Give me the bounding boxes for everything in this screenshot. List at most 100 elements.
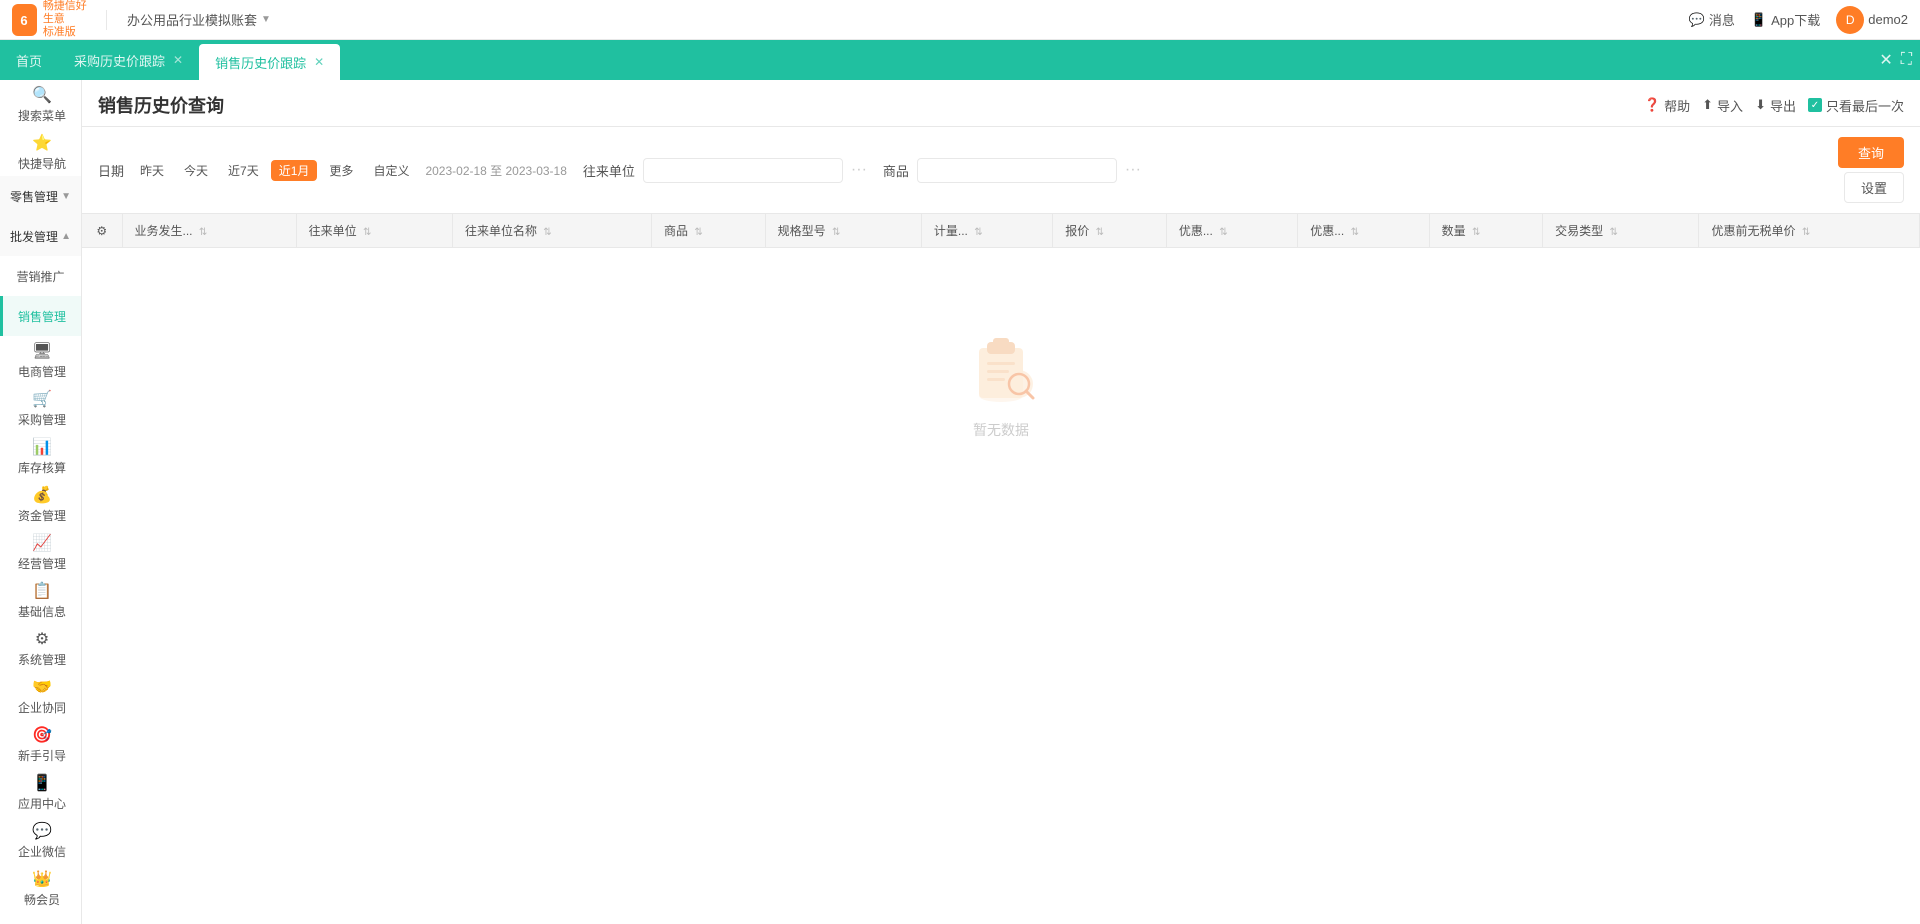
tab-home[interactable]: 首页 [0, 40, 58, 80]
message-icon: 💬 [1689, 12, 1705, 28]
sort-discount1-icon: ⇅ [1219, 227, 1227, 238]
partner-filter-label: 往来单位 [583, 161, 635, 180]
sidebar-item-app-center[interactable]: 📱 应用中心 [0, 768, 81, 816]
user-profile-button[interactable]: D demo2 [1836, 6, 1908, 34]
partner-dots-icon[interactable]: ··· [851, 161, 867, 179]
sidebar-item-new-guide[interactable]: 🎯 新手引导 [0, 720, 81, 768]
sidebar-item-retail-mgmt[interactable]: 零售管理 ▼ [0, 176, 81, 216]
table-col-biz-date[interactable]: 业务发生... ⇅ [122, 214, 296, 248]
sort-goods-icon: ⇅ [694, 227, 702, 238]
sort-pre-tax-price-icon: ⇅ [1802, 227, 1810, 238]
import-button[interactable]: ⬆ 导入 [1702, 96, 1743, 115]
page-title: 销售历史价查询 [98, 92, 224, 118]
sidebar-item-enterprise-wechat[interactable]: 💬 企业微信 [0, 816, 81, 864]
sidebar-item-ecom-mgmt[interactable]: 🖥 电商管理 [0, 336, 81, 384]
date-btn-1month[interactable]: 近1月 [271, 160, 318, 181]
sidebar-item-quick-nav[interactable]: ⭐ 快捷导航 [0, 128, 81, 176]
table-col-pre-tax-price[interactable]: 优惠前无税单价 ⇅ [1699, 214, 1920, 248]
header-right: 💬 消息 📱 App下载 D demo2 [1689, 6, 1908, 34]
app-download-button[interactable]: 📱 App下载 [1751, 10, 1820, 29]
sidebar-item-search-menu[interactable]: 🔍 搜索菜单 [0, 80, 81, 128]
sidebar-item-basic-info[interactable]: 📋 基础信息 [0, 576, 81, 624]
date-btn-7days[interactable]: 近7天 [220, 160, 267, 181]
sidebar-item-basic-info-label: 基础信息 [18, 603, 66, 620]
date-btn-today[interactable]: 今天 [176, 160, 216, 181]
date-filter-label: 日期 [98, 161, 124, 180]
filter-area: 日期 昨天 今天 近7天 近1月 更多 自定义 2023-02-18 至 202… [82, 127, 1920, 214]
sidebar-item-app-center-label: 应用中心 [18, 795, 66, 812]
export-button[interactable]: ⬇ 导出 [1755, 96, 1796, 115]
sidebar-item-quick-nav-label: 快捷导航 [18, 155, 66, 172]
goods-input[interactable] [917, 158, 1117, 183]
workspace-selector[interactable]: 办公用品行业模拟账套 ▼ [119, 6, 279, 33]
table-col-price[interactable]: 报价 ⇅ [1053, 214, 1167, 248]
table-col-gear[interactable]: ⚙ [82, 214, 122, 248]
table-col-qty[interactable]: 数量 ⇅ [1429, 214, 1543, 248]
table-col-trade-type[interactable]: 交易类型 ⇅ [1543, 214, 1699, 248]
query-button[interactable]: 查询 [1838, 137, 1904, 168]
sidebar-item-purchase-mgmt-label: 采购管理 [18, 411, 66, 428]
sidebar-item-inventory[interactable]: 📊 库存核算 [0, 432, 81, 480]
tab-close-all-icon[interactable]: ✕ [1879, 50, 1892, 70]
workspace-label: 办公用品行业模拟账套 [127, 10, 257, 29]
table-col-partner-code[interactable]: 往来单位 ⇅ [296, 214, 452, 248]
date-btn-more[interactable]: 更多 [321, 160, 361, 181]
sidebar-item-purchase-mgmt[interactable]: 🛒 采购管理 [0, 384, 81, 432]
table-col-discount2[interactable]: 优惠... ⇅ [1298, 214, 1429, 248]
help-icon: ❓ [1644, 97, 1660, 113]
gear-icon: ⚙ [96, 224, 107, 238]
date-btn-yesterday[interactable]: 昨天 [132, 160, 172, 181]
sort-qty-icon: ⇅ [1472, 227, 1480, 238]
tab-maximize-icon[interactable]: ⛶ [1901, 51, 1912, 69]
sidebar-item-enterprise-wechat-label: 企业微信 [18, 843, 66, 860]
sidebar-item-wholesale-mgmt[interactable]: 批发管理 ▲ [0, 216, 81, 256]
table-container: ⚙ 业务发生... ⇅ 往来单位 ⇅ 往来单位名称 ⇅ [82, 214, 1920, 924]
sort-spec-icon: ⇅ [832, 227, 840, 238]
search-icon: 🔍 [32, 85, 52, 105]
tab-sales-history[interactable]: 销售历史价跟踪 ✕ [199, 44, 340, 80]
help-button[interactable]: ❓ 帮助 [1644, 96, 1690, 115]
import-label: 导入 [1717, 96, 1743, 115]
svg-text:6: 6 [21, 13, 28, 28]
table-col-spec[interactable]: 规格型号 ⇅ [765, 214, 921, 248]
sidebar-item-finance[interactable]: 💰 资金管理 [0, 480, 81, 528]
wechat-icon: 💬 [32, 821, 52, 841]
sidebar-item-system-mgmt[interactable]: ⚙ 系统管理 [0, 624, 81, 672]
table-col-unit[interactable]: 计量... ⇅ [921, 214, 1052, 248]
date-range-display: 2023-02-18 至 2023-03-18 [425, 162, 566, 179]
sidebar-item-marketing[interactable]: 营销推广 [0, 256, 81, 296]
tab-sales-history-close-icon[interactable]: ✕ [314, 55, 324, 69]
tab-purchase-history[interactable]: 采购历史价跟踪 ✕ [58, 40, 199, 80]
coop-icon: 🤝 [32, 677, 52, 697]
export-icon: ⬇ [1755, 97, 1766, 113]
app-center-icon: 📱 [32, 773, 52, 793]
sidebar-item-operation[interactable]: 📈 经营管理 [0, 528, 81, 576]
sidebar-item-enterprise-coop[interactable]: 🤝 企业协同 [0, 672, 81, 720]
sidebar-item-sales-mgmt[interactable]: 销售管理 [0, 296, 81, 336]
sidebar: 🔍 搜索菜单 ⭐ 快捷导航 零售管理 ▼ 批发管理 ▲ 营销推广 销售管理 🖥 … [0, 80, 82, 924]
goods-dots-icon[interactable]: ··· [1125, 161, 1141, 179]
settings-button[interactable]: 设置 [1844, 172, 1904, 203]
sort-discount2-icon: ⇅ [1351, 227, 1359, 238]
page-header: 销售历史价查询 ❓ 帮助 ⬆ 导入 ⬇ 导出 ✓ [82, 80, 1920, 127]
only-last-checkbox[interactable]: ✓ 只看最后一次 [1808, 96, 1904, 115]
sidebar-item-retail-mgmt-label: 零售管理 [10, 188, 58, 205]
partner-input[interactable] [643, 158, 843, 183]
sidebar-item-enterprise-coop-label: 企业协同 [18, 699, 66, 716]
sidebar-item-inventory-label: 库存核算 [18, 459, 66, 476]
table-header-row: ⚙ 业务发生... ⇅ 往来单位 ⇅ 往来单位名称 ⇅ [82, 214, 1920, 248]
sort-price-icon: ⇅ [1096, 227, 1104, 238]
wholesale-mgmt-arrow-icon: ▲ [61, 231, 71, 242]
workspace-arrow-icon: ▼ [261, 14, 271, 25]
guide-icon: 🎯 [32, 725, 52, 745]
download-icon: 📱 [1751, 12, 1767, 28]
tab-bar: 首页 采购历史价跟踪 ✕ 销售历史价跟踪 ✕ ✕ ⛶ [0, 40, 1920, 80]
tab-purchase-history-close-icon[interactable]: ✕ [173, 53, 183, 67]
sort-biz-date-icon: ⇅ [199, 227, 207, 238]
table-col-discount1[interactable]: 优惠... ⇅ [1166, 214, 1297, 248]
message-button[interactable]: 💬 消息 [1689, 10, 1735, 29]
table-col-goods[interactable]: 商品 ⇅ [652, 214, 766, 248]
sidebar-item-vip[interactable]: 👑 畅会员 [0, 864, 81, 912]
date-btn-custom[interactable]: 自定义 [365, 160, 417, 181]
table-col-partner-name[interactable]: 往来单位名称 ⇅ [452, 214, 651, 248]
